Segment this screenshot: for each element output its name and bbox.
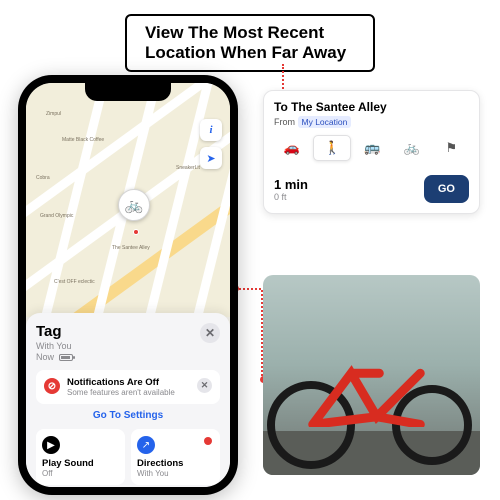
mode-car[interactable]: 🚗 — [274, 135, 309, 161]
phone-notch — [85, 83, 171, 101]
directions-icon: ↗ — [137, 436, 155, 454]
notification-close-button[interactable]: ✕ — [197, 378, 212, 393]
destination-title: To The Santee Alley — [274, 100, 469, 114]
map-locate-button[interactable]: ➤ — [200, 147, 222, 169]
go-button[interactable]: GO — [424, 175, 469, 203]
eta-distance: 0 ft — [274, 192, 308, 202]
map-poi-label: Grand Olympic — [40, 213, 73, 219]
route-from: From My Location — [274, 117, 469, 127]
directions-button[interactable]: ↗ Directions With You — [131, 429, 220, 485]
my-location-chip[interactable]: My Location — [298, 116, 352, 128]
map-poi-label: The Santee Alley — [112, 245, 150, 251]
map[interactable]: Zimpul Matte Black Coffee Cobra SneakerL… — [26, 83, 230, 317]
directions-status: With You — [137, 469, 214, 478]
map-poi-label: Matte Black Coffee — [62, 137, 104, 143]
phone-frame: Zimpul Matte Black Coffee Cobra SneakerL… — [18, 75, 238, 495]
tracked-item-pin[interactable]: 🚲 — [118, 189, 150, 221]
mode-walk[interactable]: 🚶 — [313, 135, 350, 161]
badge-dot — [204, 437, 212, 445]
item-sheet: Tag With You Now ✕ ⊘ Notifications Are O… — [26, 313, 230, 487]
bike-frame — [296, 363, 437, 427]
item-status-time: Now — [36, 352, 73, 362]
transport-modes: 🚗 🚶 🚌 🚲 ⚑ — [274, 135, 469, 161]
play-icon: ▶ — [42, 436, 60, 454]
map-poi-label: C'est OFF eclectic — [54, 279, 95, 285]
mode-transit[interactable]: 🚌 — [355, 135, 390, 161]
directions-card: To The Santee Alley From My Location 🚗 🚶… — [263, 90, 480, 214]
eta-time: 1 min — [274, 177, 308, 192]
battery-icon — [59, 354, 73, 361]
phone-screen: Zimpul Matte Black Coffee Cobra SneakerL… — [26, 83, 230, 487]
go-to-settings-link[interactable]: Go To Settings — [36, 404, 220, 423]
alert-icon: ⊘ — [44, 378, 60, 394]
pin-dot — [133, 229, 139, 235]
map-poi-label: Cobra — [36, 175, 50, 181]
map-poi-label: Zimpul — [46, 111, 61, 117]
directions-label: Directions — [137, 458, 214, 469]
item-subtitle: With You — [36, 341, 73, 351]
page-title: View The Most Recent Location When Far A… — [125, 14, 375, 72]
notification-title: Notifications Are Off — [67, 377, 175, 388]
map-poi-label: SneakerLit — [176, 165, 200, 171]
play-sound-label: Play Sound — [42, 458, 119, 469]
item-title: Tag — [36, 323, 73, 340]
mode-other[interactable]: ⚑ — [434, 135, 469, 161]
sheet-close-button[interactable]: ✕ — [200, 323, 220, 343]
bike-photo — [263, 275, 480, 475]
play-sound-button[interactable]: ▶ Play Sound Off — [36, 429, 125, 485]
map-info-button[interactable]: i — [200, 119, 222, 141]
notification-card[interactable]: ⊘ Notifications Are Off Some features ar… — [36, 370, 220, 404]
notification-subtitle: Some features aren't available — [67, 388, 175, 397]
mode-bike[interactable]: 🚲 — [394, 135, 429, 161]
play-sound-status: Off — [42, 469, 119, 478]
